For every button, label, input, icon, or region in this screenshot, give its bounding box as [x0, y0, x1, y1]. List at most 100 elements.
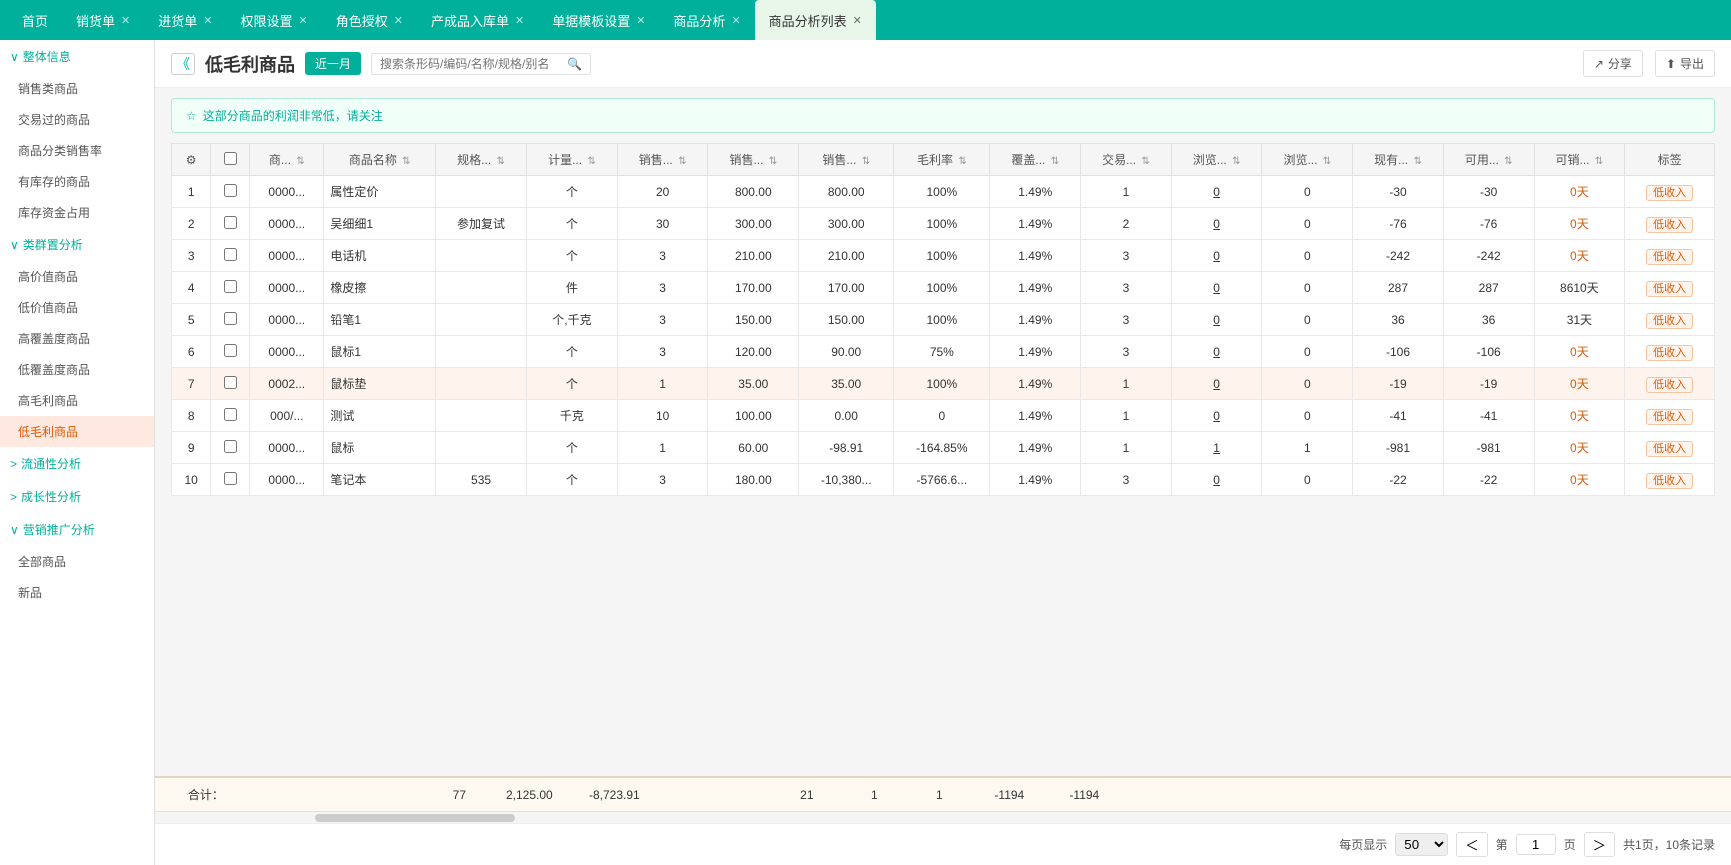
cell-cb-7[interactable]: [211, 400, 250, 432]
close-list-icon[interactable]: ✕: [853, 14, 862, 27]
cell-browse1-3[interactable]: 0: [1171, 272, 1262, 304]
nav-sales[interactable]: 销货单 ✕: [62, 0, 144, 40]
sidebar-group-growth-title[interactable]: > 成长性分析: [0, 480, 154, 513]
row-checkbox-6[interactable]: [224, 376, 237, 389]
nav-product-entry[interactable]: 产成品入库单 ✕: [417, 0, 538, 40]
sidebar-item-all-products[interactable]: 全部商品: [0, 546, 154, 577]
cell-cb-0[interactable]: [211, 176, 250, 208]
col-sales-profit[interactable]: 销售... ⇅: [799, 144, 894, 176]
row-checkbox-4[interactable]: [224, 312, 237, 325]
cell-browse1-6[interactable]: 0: [1171, 368, 1262, 400]
sidebar-group-flow-title[interactable]: > 流通性分析: [0, 447, 154, 480]
cell-browse1-0[interactable]: 0: [1171, 176, 1262, 208]
sidebar-item-high-margin[interactable]: 高毛利商品: [0, 385, 154, 416]
cell-cb-2[interactable]: [211, 240, 250, 272]
cell-cb-1[interactable]: [211, 208, 250, 240]
close-purchase-icon[interactable]: ✕: [203, 14, 212, 27]
sidebar-item-sales-products[interactable]: 销售类商品: [0, 73, 154, 104]
browse1-link-0[interactable]: 0: [1213, 185, 1220, 199]
cell-browse1-5[interactable]: 0: [1171, 336, 1262, 368]
search-icon[interactable]: 🔍: [567, 57, 582, 71]
browse1-link-6[interactable]: 0: [1213, 377, 1220, 391]
sidebar-item-new-products[interactable]: 新品: [0, 577, 154, 608]
browse1-link-2[interactable]: 0: [1213, 249, 1220, 263]
nav-template[interactable]: 单据模板设置 ✕: [538, 0, 659, 40]
nav-roles[interactable]: 角色授权 ✕: [322, 0, 417, 40]
col-unit[interactable]: 计量... ⇅: [527, 144, 618, 176]
sidebar-item-low-margin[interactable]: 低毛利商品: [0, 416, 154, 447]
browse1-link-7[interactable]: 0: [1213, 409, 1220, 423]
nav-analysis[interactable]: 商品分析 ✕: [659, 0, 754, 40]
col-current-stock[interactable]: 现有... ⇅: [1353, 144, 1444, 176]
sidebar-item-low-coverage[interactable]: 低覆盖度商品: [0, 354, 154, 385]
export-button[interactable]: ⬆ 导出: [1655, 50, 1715, 77]
close-perm-icon[interactable]: ✕: [299, 14, 308, 27]
cell-browse1-4[interactable]: 0: [1171, 304, 1262, 336]
scrollbar-area[interactable]: [155, 811, 1731, 823]
page-size-select[interactable]: 50 100 200: [1395, 833, 1448, 856]
sidebar-group-cluster-title[interactable]: ∨ 类群置分析: [0, 228, 154, 261]
page-number-input[interactable]: [1516, 834, 1556, 855]
prev-page-button[interactable]: ＜: [1456, 832, 1487, 857]
nav-purchase[interactable]: 进货单 ✕: [144, 0, 226, 40]
row-checkbox-2[interactable]: [224, 248, 237, 261]
col-settings[interactable]: ⚙: [172, 144, 211, 176]
row-checkbox-0[interactable]: [224, 184, 237, 197]
browse1-link-5[interactable]: 0: [1213, 345, 1220, 359]
select-all-checkbox[interactable]: [224, 152, 237, 165]
close-entry-icon[interactable]: ✕: [515, 14, 524, 27]
row-checkbox-9[interactable]: [224, 472, 237, 485]
row-checkbox-7[interactable]: [224, 408, 237, 421]
cell-cb-6[interactable]: [211, 368, 250, 400]
browse1-link-8[interactable]: 1: [1213, 441, 1220, 455]
nav-permissions[interactable]: 权限设置 ✕: [226, 0, 321, 40]
col-available[interactable]: 可用... ⇅: [1443, 144, 1534, 176]
cell-browse1-9[interactable]: 0: [1171, 464, 1262, 496]
sidebar-item-high-value[interactable]: 高价值商品: [0, 261, 154, 292]
browse1-link-1[interactable]: 0: [1213, 217, 1220, 231]
col-name[interactable]: 商品名称 ⇅: [324, 144, 436, 176]
sidebar-item-traded-products[interactable]: 交易过的商品: [0, 104, 154, 135]
cell-browse1-1[interactable]: 0: [1171, 208, 1262, 240]
cell-cb-3[interactable]: [211, 272, 250, 304]
row-checkbox-5[interactable]: [224, 344, 237, 357]
cell-cb-8[interactable]: [211, 432, 250, 464]
share-button[interactable]: ↗ 分享: [1583, 50, 1643, 77]
browse1-link-9[interactable]: 0: [1213, 473, 1220, 487]
col-code[interactable]: 商... ⇅: [250, 144, 324, 176]
next-page-button[interactable]: ＞: [1584, 832, 1615, 857]
sidebar-group-marketing-title[interactable]: ∨ 营销推广分析: [0, 513, 154, 546]
browse1-link-4[interactable]: 0: [1213, 313, 1220, 327]
sidebar-item-low-value[interactable]: 低价值商品: [0, 292, 154, 323]
col-browse1[interactable]: 浏览... ⇅: [1171, 144, 1262, 176]
row-checkbox-3[interactable]: [224, 280, 237, 293]
row-checkbox-1[interactable]: [224, 216, 237, 229]
sidebar-item-stock-capital[interactable]: 库存资金占用: [0, 197, 154, 228]
col-tag[interactable]: 标签: [1625, 144, 1715, 176]
col-saleable[interactable]: 可销... ⇅: [1534, 144, 1625, 176]
row-checkbox-8[interactable]: [224, 440, 237, 453]
browse1-link-3[interactable]: 0: [1213, 281, 1220, 295]
col-sales-qty[interactable]: 销售... ⇅: [617, 144, 708, 176]
close-template-icon[interactable]: ✕: [636, 14, 645, 27]
period-button[interactable]: 近一月: [305, 52, 361, 75]
sidebar-item-category-rate[interactable]: 商品分类销售率: [0, 135, 154, 166]
close-analysis-icon[interactable]: ✕: [731, 14, 740, 27]
cell-browse1-2[interactable]: 0: [1171, 240, 1262, 272]
close-sales-icon[interactable]: ✕: [121, 14, 130, 27]
col-coverage[interactable]: 覆盖... ⇅: [990, 144, 1081, 176]
col-trade-count[interactable]: 交易... ⇅: [1081, 144, 1172, 176]
col-sales-price[interactable]: 销售... ⇅: [708, 144, 799, 176]
search-input[interactable]: [380, 57, 563, 71]
sidebar-collapse-btn[interactable]: 《: [171, 53, 195, 75]
sidebar-group-overall-title[interactable]: ∨ 整体信息: [0, 40, 154, 73]
col-checkbox[interactable]: [211, 144, 250, 176]
col-spec[interactable]: 规格... ⇅: [435, 144, 526, 176]
sidebar-item-stock-products[interactable]: 有库存的商品: [0, 166, 154, 197]
cell-cb-5[interactable]: [211, 336, 250, 368]
cell-browse1-8[interactable]: 1: [1171, 432, 1262, 464]
sidebar-item-high-coverage[interactable]: 高覆盖度商品: [0, 323, 154, 354]
scrollbar-thumb[interactable]: [315, 814, 515, 822]
cell-cb-9[interactable]: [211, 464, 250, 496]
cell-cb-4[interactable]: [211, 304, 250, 336]
